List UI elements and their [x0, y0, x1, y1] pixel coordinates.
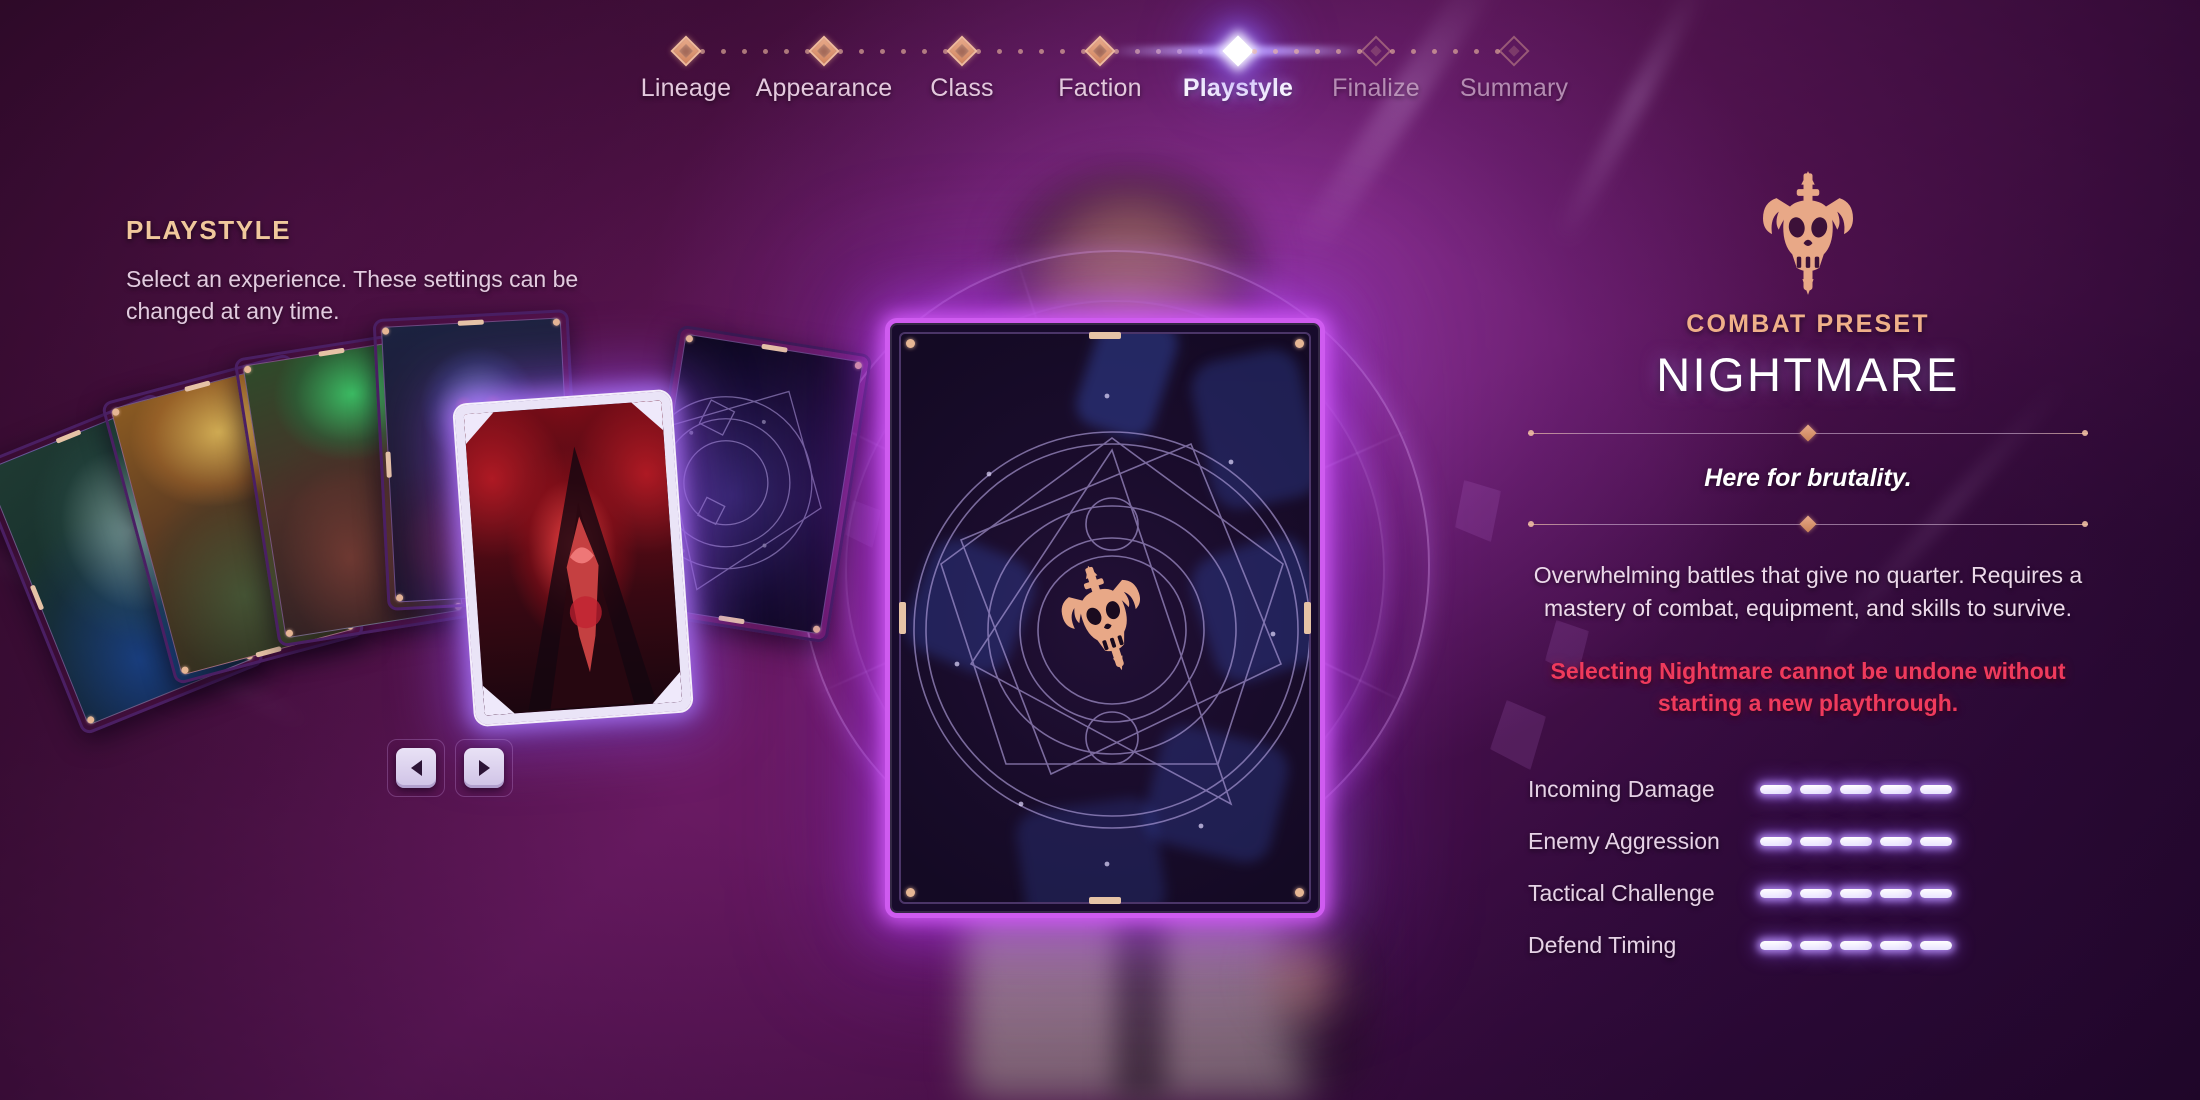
divider-cap [1528, 521, 1534, 527]
stat-row: Defend Timing [1528, 920, 2088, 972]
preset-name: NIGHTMARE [1656, 348, 1960, 401]
divider [1528, 515, 2088, 533]
card-tick [1089, 897, 1121, 904]
card-art [463, 400, 683, 716]
stat-meter [1760, 941, 1952, 951]
stat-segment [1840, 785, 1872, 795]
preset-description: Overwhelming battles that give no quarte… [1533, 562, 2083, 621]
stat-segment [1760, 837, 1792, 847]
chevron-right-icon [478, 760, 490, 776]
stepper-item-label: Finalize [1332, 74, 1420, 102]
stat-row: Incoming Damage [1528, 764, 2088, 816]
stepper-item-faction[interactable]: Faction [1031, 35, 1169, 103]
stat-segment [1840, 889, 1872, 899]
step-diamond-icon [1360, 35, 1392, 67]
stat-segment [1760, 941, 1792, 951]
card-tick [899, 602, 906, 634]
stepper-item-label: Lineage [640, 74, 732, 102]
stat-meter [1760, 785, 1952, 795]
stat-segment [1920, 785, 1952, 795]
playstyle-card-fan[interactable] [0, 309, 900, 930]
step-diamond-icon [1084, 35, 1116, 67]
stat-row: Tactical Challenge [1528, 868, 2088, 920]
stepper-item-finalize[interactable]: Finalize [1307, 35, 1445, 103]
page-title: PLAYSTYLE [126, 215, 292, 245]
stepper-item-class[interactable]: Class [893, 35, 1031, 103]
stat-label: Incoming Damage [1528, 776, 1715, 803]
stat-meter [1760, 837, 1952, 847]
step-diamond-icon [670, 35, 702, 67]
divider-diamond-icon [1799, 424, 1817, 442]
stepper-item-label: Appearance [755, 74, 893, 102]
card-demon-art [528, 446, 657, 711]
card-tick [1304, 602, 1311, 634]
preset-kicker: COMBAT PRESET [1686, 310, 1930, 338]
preset-stats: Incoming Damage Enemy Aggression Tactical … [1528, 764, 2088, 972]
stat-segment [1880, 837, 1912, 847]
selected-playstyle-card-preview[interactable] [885, 318, 1325, 918]
stat-segment [1800, 785, 1832, 795]
card-pin [906, 339, 915, 348]
stepper-item-label: Summary [1459, 74, 1569, 102]
stat-segment [1800, 889, 1832, 899]
stat-label: Tactical Challenge [1528, 880, 1715, 907]
card-tick [1089, 332, 1121, 339]
stat-segment [1920, 889, 1952, 899]
card-back-art [899, 332, 1311, 904]
stat-segment [1800, 941, 1832, 951]
chevron-left-icon [410, 760, 422, 776]
preset-detail-panel: COMBAT PRESET NIGHTMARE Here for brutali… [1528, 170, 2088, 972]
next-card-button[interactable] [455, 739, 513, 797]
preset-tagline: Here for brutality. [1704, 464, 1912, 492]
divider-cap [2082, 521, 2088, 527]
stat-segment [1840, 941, 1872, 951]
stepper-item-summary[interactable]: Summary [1445, 35, 1583, 103]
card-fan-navigation[interactable] [387, 739, 513, 797]
step-diamond-icon [808, 35, 840, 67]
stepper-item-appearance[interactable]: Appearance [755, 35, 893, 103]
stat-row: Enemy Aggression [1528, 816, 2088, 868]
divider-diamond-icon [1799, 515, 1817, 533]
stat-segment [1840, 837, 1872, 847]
stepper-item-label: Class [930, 74, 994, 102]
stepper-item-lineage[interactable]: Lineage [617, 35, 755, 103]
divider-cap [2082, 430, 2088, 436]
stat-segment [1880, 941, 1912, 951]
list-item-selected[interactable] [454, 390, 692, 726]
stepper-item-label: Playstyle [1182, 74, 1294, 102]
stat-label: Defend Timing [1528, 932, 1677, 959]
stat-segment [1800, 837, 1832, 847]
step-diamond-icon [1222, 35, 1254, 67]
stat-segment [1920, 941, 1952, 951]
stat-label: Enemy Aggression [1528, 828, 1720, 855]
stat-segment [1760, 889, 1792, 899]
divider-cap [1528, 430, 1534, 436]
step-diamond-icon [1498, 35, 1530, 67]
card-pin [906, 888, 915, 897]
preset-warning: Selecting Nightmare cannot be undone wit… [1550, 658, 2066, 717]
stat-meter [1760, 889, 1952, 899]
stat-segment [1760, 785, 1792, 795]
stepper-rail: Lineage Appearance Class Faction Playstyle Fi… [617, 35, 1583, 103]
stat-segment [1880, 889, 1912, 899]
previous-card-button[interactable] [387, 739, 445, 797]
card-pin [1295, 888, 1304, 897]
stat-segment [1880, 785, 1912, 795]
horned-skull-dagger-icon [1754, 170, 1862, 296]
stepper-item-label: Faction [1058, 74, 1142, 102]
step-diamond-icon [946, 35, 978, 67]
stepper-item-playstyle[interactable]: Playstyle [1108, 35, 1368, 103]
divider [1528, 424, 2088, 442]
preset-emblem [1528, 170, 2088, 296]
character-creation-stepper: Lineage Appearance Class Faction Playstyle Fi… [0, 35, 2200, 130]
card-pin [1295, 339, 1304, 348]
stat-segment [1920, 837, 1952, 847]
